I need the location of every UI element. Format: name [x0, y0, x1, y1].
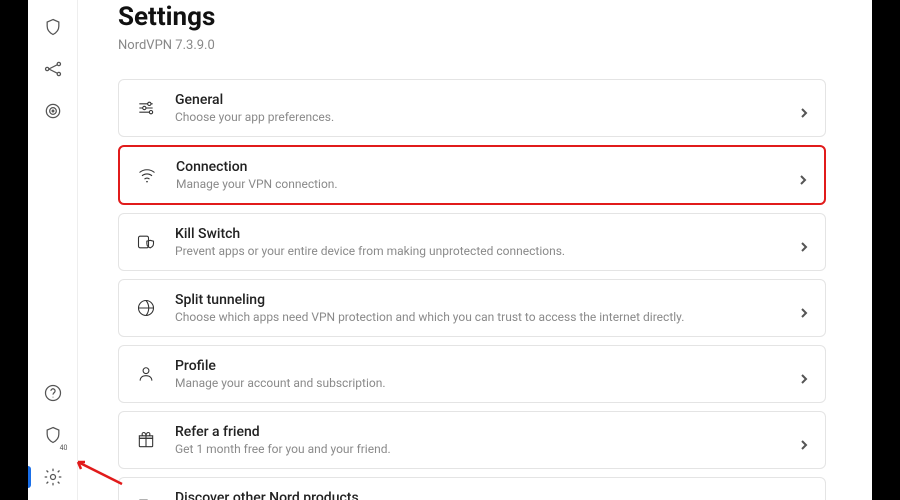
- sidebar-shield-icon[interactable]: [42, 16, 64, 38]
- sidebar-settings-icon[interactable]: [42, 466, 64, 488]
- wifi-icon: [136, 164, 158, 186]
- row-title: Discover other Nord products: [175, 490, 799, 500]
- row-general[interactable]: General Choose your app preferences.: [118, 79, 826, 137]
- chevron-right-icon: [799, 237, 809, 247]
- sidebar-mesh-icon[interactable]: [42, 58, 64, 80]
- row-kill-switch[interactable]: Kill Switch Prevent apps or your entire …: [118, 213, 826, 271]
- sidebar-active-indicator: [28, 466, 31, 488]
- main-content: Settings NordVPN 7.3.9.0 General Choose …: [78, 0, 872, 500]
- user-icon: [135, 363, 157, 385]
- row-desc: Choose which apps need VPN protection an…: [175, 310, 799, 324]
- settings-list: General Choose your app preferences. Con…: [118, 79, 872, 500]
- row-title: Refer a friend: [175, 424, 799, 440]
- row-title: Connection: [176, 159, 798, 175]
- row-discover[interactable]: Discover other Nord products Extend your…: [118, 477, 826, 500]
- row-title: Profile: [175, 358, 799, 374]
- sidebar-help-icon[interactable]: [42, 382, 64, 404]
- sidebar-target-icon[interactable]: [42, 100, 64, 122]
- row-refer[interactable]: Refer a friend Get 1 month free for you …: [118, 411, 826, 469]
- row-desc: Manage your account and subscription.: [175, 376, 799, 390]
- row-title: Split tunneling: [175, 292, 799, 308]
- row-title: Kill Switch: [175, 226, 799, 242]
- page-title: Settings: [118, 2, 872, 32]
- row-split-tunneling[interactable]: Split tunneling Choose which apps need V…: [118, 279, 826, 337]
- app-version: NordVPN 7.3.9.0: [118, 38, 872, 53]
- notification-badge: 40: [58, 444, 70, 452]
- gift-icon: [135, 429, 157, 451]
- chevron-right-icon: [799, 435, 809, 445]
- chevron-right-icon: [798, 170, 808, 180]
- row-connection[interactable]: Connection Manage your VPN connection.: [118, 145, 826, 205]
- row-profile[interactable]: Profile Manage your account and subscrip…: [118, 345, 826, 403]
- device-shield-icon: [135, 231, 157, 253]
- row-desc: Get 1 month free for you and your friend…: [175, 442, 799, 456]
- row-desc: Prevent apps or your entire device from …: [175, 244, 799, 258]
- shield-plus-icon: [135, 495, 157, 500]
- chevron-right-icon: [799, 103, 809, 113]
- sidebar: 40: [28, 0, 78, 500]
- sidebar-notification-icon[interactable]: 40: [42, 424, 64, 446]
- sliders-icon: [135, 97, 157, 119]
- row-desc: Manage your VPN connection.: [176, 177, 798, 191]
- chevron-right-icon: [799, 303, 809, 313]
- globe-split-icon: [135, 297, 157, 319]
- chevron-right-icon: [799, 369, 809, 379]
- row-desc: Choose your app preferences.: [175, 110, 799, 124]
- row-title: General: [175, 92, 799, 108]
